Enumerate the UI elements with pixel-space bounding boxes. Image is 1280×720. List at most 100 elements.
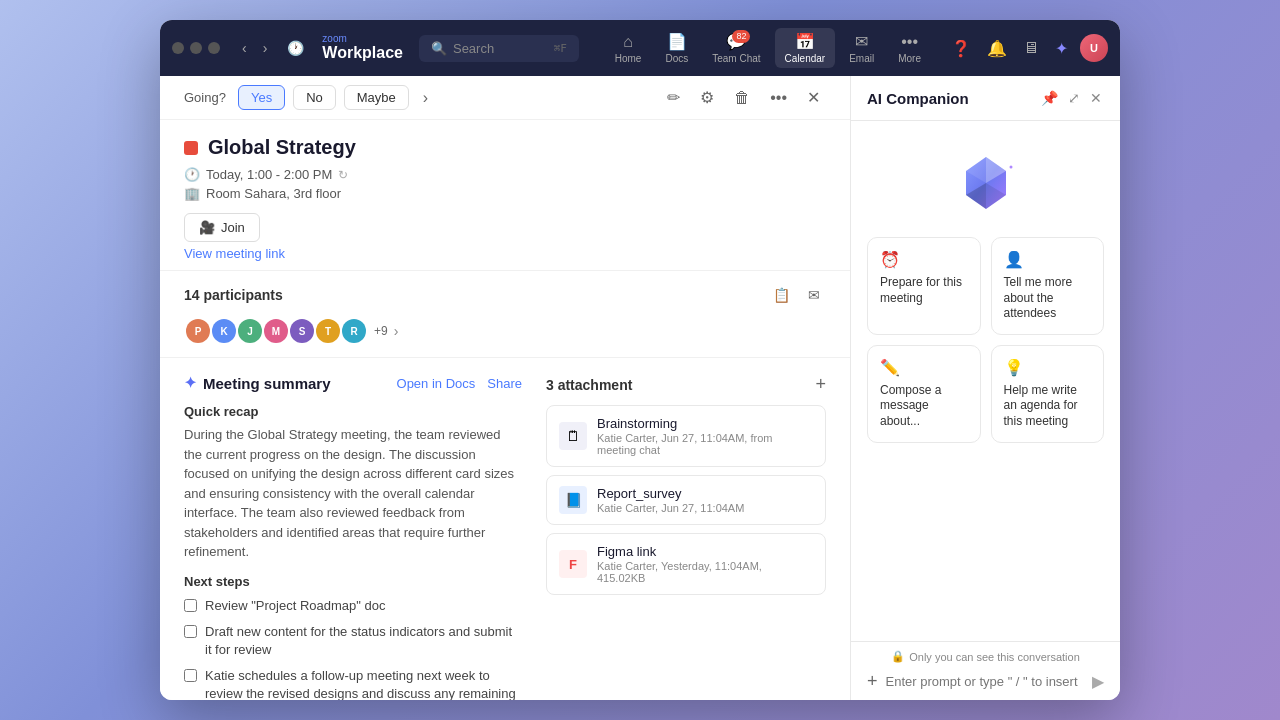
- add-attachment-button[interactable]: +: [815, 374, 826, 395]
- search-text: Search: [453, 41, 494, 56]
- content-layout: Going? Yes No Maybe › ✏ ⚙ 🗑 ••• ✕: [160, 76, 1120, 700]
- rsvp-yes-button[interactable]: Yes: [238, 85, 285, 110]
- quick-recap-text: During the Global Strategy meeting, the …: [184, 425, 522, 562]
- attachments-title: 3 attachment: [546, 377, 632, 393]
- event-time: Today, 1:00 - 2:00 PM: [206, 167, 332, 182]
- attachment-report-survey[interactable]: 📘 Report_survey Katie Carter, Jun 27, 11…: [546, 475, 826, 525]
- delete-event-button[interactable]: 🗑: [728, 85, 756, 111]
- attachment-brainstorming[interactable]: 🗒 Brainstorming Katie Carter, Jun 27, 11…: [546, 405, 826, 467]
- nav-item-calendar[interactable]: 📅 Calendar: [775, 28, 836, 68]
- compose-icon: ✏️: [880, 358, 968, 377]
- email-participants-button[interactable]: ✉: [802, 283, 826, 307]
- next-step-2-label: Draft new content for the status indicat…: [205, 623, 522, 659]
- home-icon: ⌂: [623, 33, 633, 51]
- two-column-layout: ✦ Meeting summary Open in Docs Share Qui…: [160, 358, 850, 700]
- ai-sparkle-summary-icon: ✦: [184, 374, 197, 392]
- participants-expand-chevron[interactable]: ›: [394, 323, 399, 339]
- meeting-summary-column: ✦ Meeting summary Open in Docs Share Qui…: [184, 374, 522, 700]
- ai-expand-button[interactable]: ⤢: [1066, 88, 1082, 108]
- zoom-label: zoom: [322, 34, 403, 44]
- ai-companion-title: AI Companion: [867, 90, 969, 107]
- avatar-1: P: [184, 317, 212, 345]
- prepare-icon: ⏰: [880, 250, 968, 269]
- close-event-button[interactable]: ✕: [801, 84, 826, 111]
- avatar-3: J: [236, 317, 264, 345]
- ai-header-actions: 📌 ⤢ ✕: [1039, 88, 1104, 108]
- ai-suggestion-attendees[interactable]: 👤 Tell me more about the attendees: [991, 237, 1105, 335]
- dot-2: [190, 42, 202, 54]
- nav-back-forward[interactable]: ‹ ›: [236, 36, 273, 60]
- ai-sparkle-button[interactable]: ✦: [1051, 35, 1072, 62]
- brainstorming-icon: 🗒: [559, 422, 587, 450]
- event-title: Global Strategy: [208, 136, 356, 159]
- settings-event-button[interactable]: ⚙: [694, 84, 720, 111]
- join-label: Join: [221, 220, 245, 235]
- nav-back-button[interactable]: ‹: [236, 36, 253, 60]
- rsvp-bar: Going? Yes No Maybe › ✏ ⚙ 🗑 ••• ✕: [160, 76, 850, 120]
- attendees-text: Tell me more about the attendees: [1004, 275, 1092, 322]
- notifications-button[interactable]: 🔔: [983, 35, 1011, 62]
- event-meta: 🕐 Today, 1:00 - 2:00 PM ↻ 🏢 Room Sahara,…: [184, 167, 826, 201]
- video-icon: 🎥: [199, 220, 215, 235]
- edit-event-button[interactable]: ✏: [661, 84, 686, 111]
- figma-info: Figma link Katie Carter, Yesterday, 11:0…: [597, 544, 813, 584]
- rsvp-maybe-button[interactable]: Maybe: [344, 85, 409, 110]
- ai-prompt-input[interactable]: [886, 674, 1084, 689]
- attachment-figma-link[interactable]: F Figma link Katie Carter, Yesterday, 11…: [546, 533, 826, 595]
- ai-suggestion-compose[interactable]: ✏️ Compose a message about...: [867, 345, 981, 443]
- rsvp-expand-button[interactable]: ›: [417, 85, 434, 111]
- nav-item-email[interactable]: ✉ Email: [839, 28, 884, 68]
- svg-point-5: [1003, 158, 1009, 164]
- nav-forward-button[interactable]: ›: [257, 36, 274, 60]
- next-step-2-checkbox[interactable]: [184, 625, 197, 638]
- nav-item-team-chat[interactable]: 💬82 Team Chat: [702, 28, 770, 68]
- meeting-summary-title: ✦ Meeting summary: [184, 374, 331, 392]
- next-step-3-checkbox[interactable]: [184, 669, 197, 682]
- search-bar[interactable]: 🔍 Search ⌘F: [419, 35, 579, 62]
- ai-suggestion-agenda[interactable]: 💡 Help me write an agenda for this meeti…: [991, 345, 1105, 443]
- figma-meta: Katie Carter, Yesterday, 11:04AM, 415.02…: [597, 560, 813, 584]
- rsvp-no-button[interactable]: No: [293, 85, 336, 110]
- figma-icon: F: [559, 550, 587, 578]
- ai-pin-button[interactable]: 📌: [1039, 88, 1060, 108]
- team-chat-icon: 💬82: [726, 32, 746, 51]
- participants-count: 14 participants: [184, 287, 283, 303]
- user-avatar[interactable]: U: [1080, 34, 1108, 62]
- open-in-docs-button[interactable]: Open in Docs: [397, 376, 476, 391]
- ai-send-button[interactable]: ▶: [1092, 672, 1104, 691]
- more-icon: •••: [901, 33, 918, 51]
- main-content: Going? Yes No Maybe › ✏ ⚙ 🗑 ••• ✕: [160, 76, 850, 700]
- clock-icon: 🕐: [184, 167, 200, 182]
- svg-point-6: [1009, 166, 1012, 169]
- workplace-label: Workplace: [322, 44, 403, 62]
- avatar-7: R: [340, 317, 368, 345]
- ai-close-button[interactable]: ✕: [1088, 88, 1104, 108]
- more-label: More: [898, 53, 921, 64]
- nav-item-docs[interactable]: 📄 Docs: [655, 28, 698, 68]
- copy-participants-button[interactable]: 📋: [767, 283, 796, 307]
- repeat-icon: ↻: [338, 168, 348, 182]
- more-event-button[interactable]: •••: [764, 85, 793, 111]
- nav-item-more[interactable]: ••• More: [888, 29, 931, 68]
- ai-privacy-note: 🔒 Only you can see this conversation: [867, 650, 1104, 663]
- ai-panel-header: AI Companion 📌 ⤢ ✕: [851, 76, 1120, 121]
- view-meeting-link[interactable]: View meeting link: [184, 246, 285, 261]
- next-step-1-checkbox[interactable]: [184, 599, 197, 612]
- calendar-icon: 📅: [795, 32, 815, 51]
- event-color-indicator: [184, 141, 198, 155]
- share-button[interactable]: Share: [487, 376, 522, 391]
- join-meeting-button[interactable]: 🎥 Join: [184, 213, 260, 242]
- compose-text: Compose a message about...: [880, 383, 968, 430]
- history-button[interactable]: 🕐: [281, 36, 310, 60]
- ai-suggestion-prepare[interactable]: ⏰ Prepare for this meeting: [867, 237, 981, 335]
- ai-add-context-button[interactable]: +: [867, 671, 878, 692]
- ai-panel-footer: 🔒 Only you can see this conversation + ▶: [851, 641, 1120, 700]
- help-button[interactable]: ❓: [947, 35, 975, 62]
- screen-share-button[interactable]: 🖥: [1019, 35, 1043, 61]
- ai-gem-icon: [956, 153, 1016, 213]
- docs-icon: 📄: [667, 32, 687, 51]
- meeting-summary-actions: Open in Docs Share: [397, 376, 522, 391]
- nav-item-home[interactable]: ⌂ Home: [605, 29, 652, 68]
- avatar-5: S: [288, 317, 316, 345]
- attendees-icon: 👤: [1004, 250, 1092, 269]
